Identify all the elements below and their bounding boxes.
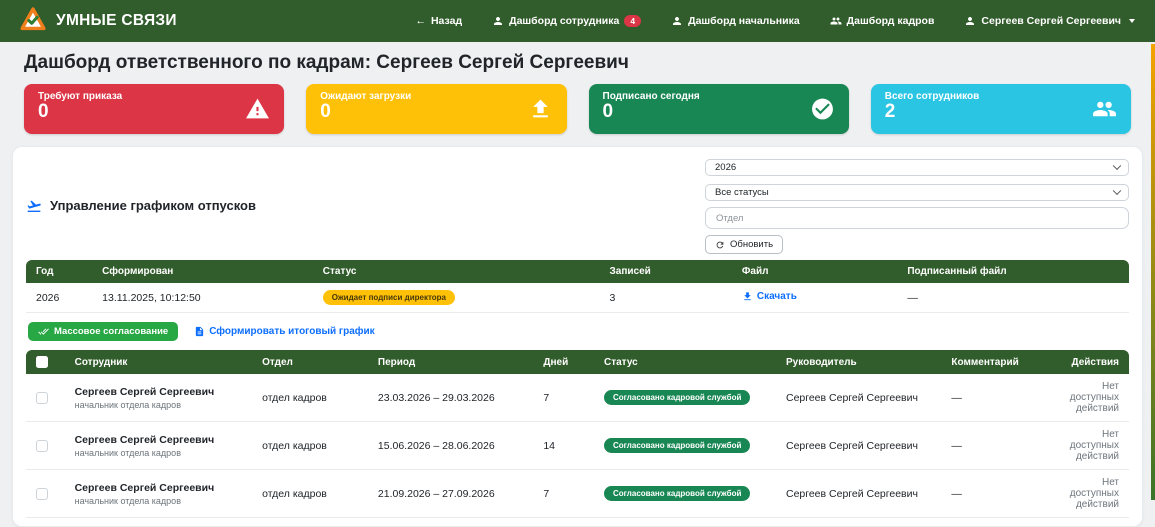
person-icon	[494, 17, 503, 25]
download-icon	[744, 291, 751, 300]
schedule-table-header: Год Сформирован Статус Записей Файл Подп…	[26, 260, 1129, 283]
generate-final-schedule-link[interactable]: Сформировать итоговый график	[194, 326, 375, 337]
download-file-link[interactable]: Скачать	[742, 291, 797, 302]
refresh-icon	[716, 241, 724, 248]
stat-cards-row: Требуют приказа 0 Ожидают загрузки 0 Под…	[24, 84, 1131, 134]
employee-name: Сергеев Сергей Сергеевич	[74, 433, 215, 446]
status-badge: Согласовано кадровой службой	[604, 486, 751, 501]
schedule-generated: 13.11.2025, 10:12:50	[92, 283, 313, 313]
logo-triangle-check-icon	[20, 6, 46, 37]
stat-card-orders-required: Требуют приказа 0	[24, 84, 285, 134]
flight-takeoff-icon	[27, 200, 41, 212]
request-row: Сергеев Сергей Сергеевич начальник отдел…	[26, 374, 1129, 422]
manager-cell: Сергеев Сергей Сергеевич	[775, 374, 942, 422]
upload-icon	[528, 97, 553, 122]
stat-value: 0	[602, 101, 614, 122]
request-row: Сергеев Сергей Сергеевич начальник отдел…	[26, 469, 1129, 518]
vacation-management-panel: Управление графиком отпусков 2026 Все ст…	[12, 146, 1143, 527]
main-content: Дашборд ответственного по кадрам: Сергее…	[0, 42, 1155, 527]
chevron-down-icon	[1129, 19, 1135, 23]
request-row: Сергеев Сергей Сергеевич начальник отдел…	[26, 421, 1129, 470]
file-icon	[196, 326, 204, 337]
panel-header: Управление графиком отпусков 2026 Все ст…	[26, 157, 1129, 254]
edge-gradient-strip	[1151, 44, 1155, 500]
period-cell: 21.09.2026 – 27.09.2026	[367, 469, 534, 518]
person-icon	[966, 17, 975, 25]
comment-cell: —	[941, 421, 1047, 470]
section-title: Управление графиком отпусков	[26, 198, 256, 214]
period-cell: 15.06.2026 – 28.06.2026	[367, 421, 534, 470]
stat-value: 2	[884, 101, 896, 122]
nav-back-link[interactable]: ← Назад	[415, 15, 462, 27]
year-select[interactable]: 2026	[705, 159, 1129, 176]
nav-employee-dashboard[interactable]: Дашборд сотрудника 4	[492, 14, 642, 28]
stat-card-total-employees: Всего сотрудников 2	[870, 84, 1131, 134]
person-icon	[673, 17, 682, 25]
brand-logo[interactable]: УМНЫЕ СВЯЗИ	[20, 6, 177, 37]
warning-icon	[245, 97, 270, 122]
table-actions-row: Массовое согласование Сформировать итого…	[28, 322, 1127, 341]
status-badge: Согласовано кадровой службой	[604, 438, 751, 453]
schedule-records: 3	[599, 283, 732, 313]
nav-hr-dashboard[interactable]: Дашборд кадров	[830, 15, 934, 27]
actions-cell: Нет доступных действий	[1046, 469, 1129, 518]
department-input[interactable]	[705, 207, 1129, 229]
status-select[interactable]: Все статусы	[705, 184, 1129, 201]
notification-badge: 4	[624, 14, 642, 28]
row-checkbox[interactable]	[36, 487, 48, 500]
manager-cell: Сергеев Сергей Сергеевич	[775, 469, 942, 518]
employee-position: начальник отдела кадров	[74, 399, 181, 410]
schedule-row: 2026 13.11.2025, 10:12:50 Ожидает подпис…	[26, 283, 1129, 313]
refresh-button[interactable]: Обновить	[705, 235, 784, 254]
stat-card-awaiting-upload: Ожидают загрузки 0	[306, 84, 567, 134]
employee-position: начальник отдела кадров	[74, 495, 181, 506]
department-cell: отдел кадров	[252, 421, 368, 470]
days-cell: 7	[533, 374, 594, 422]
days-cell: 14	[533, 421, 594, 470]
employee-name: Сергеев Сергей Сергеевич	[74, 481, 215, 494]
schedule-year: 2026	[26, 283, 93, 313]
requests-table-header: Сотрудник Отдел Период Дней Статус Руков…	[26, 350, 1129, 374]
schedule-signed-file: —	[897, 283, 1129, 313]
employee-position: начальник отдела кадров	[74, 447, 181, 458]
nav-profile-menu[interactable]: Сергеев Сергей Сергеевич	[964, 15, 1135, 27]
comment-cell: —	[941, 469, 1047, 518]
row-checkbox[interactable]	[36, 439, 48, 452]
filters-block: 2026 Все статусы Обновить	[705, 157, 1129, 254]
employee-name: Сергеев Сергей Сергеевич	[74, 385, 215, 398]
year-select-wrap: 2026	[705, 157, 1129, 176]
stat-value: 0	[320, 101, 331, 122]
stat-value: 0	[38, 101, 49, 122]
back-arrow-icon: ←	[415, 15, 426, 27]
nav-manager-dashboard[interactable]: Дашборд начальника	[671, 15, 800, 27]
row-checkbox[interactable]	[36, 391, 48, 404]
people-icon	[830, 17, 842, 25]
department-cell: отдел кадров	[252, 469, 368, 518]
users-icon	[1092, 97, 1117, 122]
actions-cell: Нет доступных действий	[1046, 374, 1129, 422]
bulk-approve-button[interactable]: Массовое согласование	[28, 322, 179, 341]
manager-cell: Сергеев Сергей Сергеевич	[775, 421, 942, 470]
period-cell: 23.03.2026 – 29.03.2026	[367, 374, 534, 422]
comment-cell: —	[941, 374, 1047, 422]
requests-table-body: Сергеев Сергей Сергеевич начальник отдел…	[26, 374, 1129, 518]
status-badge: Согласовано кадровой службой	[604, 390, 751, 405]
days-cell: 7	[533, 469, 594, 518]
select-all-checkbox[interactable]	[36, 356, 48, 368]
department-cell: отдел кадров	[252, 374, 368, 422]
requests-table: Сотрудник Отдел Период Дней Статус Руков…	[26, 350, 1129, 518]
actions-cell: Нет доступных действий	[1046, 421, 1129, 470]
check-circle-icon	[810, 97, 835, 122]
page-title: Дашборд ответственного по кадрам: Сергее…	[24, 52, 629, 73]
brand-name: УМНЫЕ СВЯЗИ	[56, 12, 177, 29]
top-navbar: УМНЫЕ СВЯЗИ ← Назад Дашборд сотрудника 4…	[0, 0, 1155, 42]
schedule-table: Год Сформирован Статус Записей Файл Подп…	[26, 260, 1129, 313]
status-select-wrap: Все статусы	[705, 182, 1129, 201]
stat-card-signed-today: Подписано сегодня 0	[588, 84, 849, 134]
top-nav-menu: ← Назад Дашборд сотрудника 4 Дашборд нач…	[415, 14, 1135, 28]
double-check-icon	[38, 328, 49, 335]
schedule-status-badge: Ожидает подписи директора	[322, 290, 455, 305]
